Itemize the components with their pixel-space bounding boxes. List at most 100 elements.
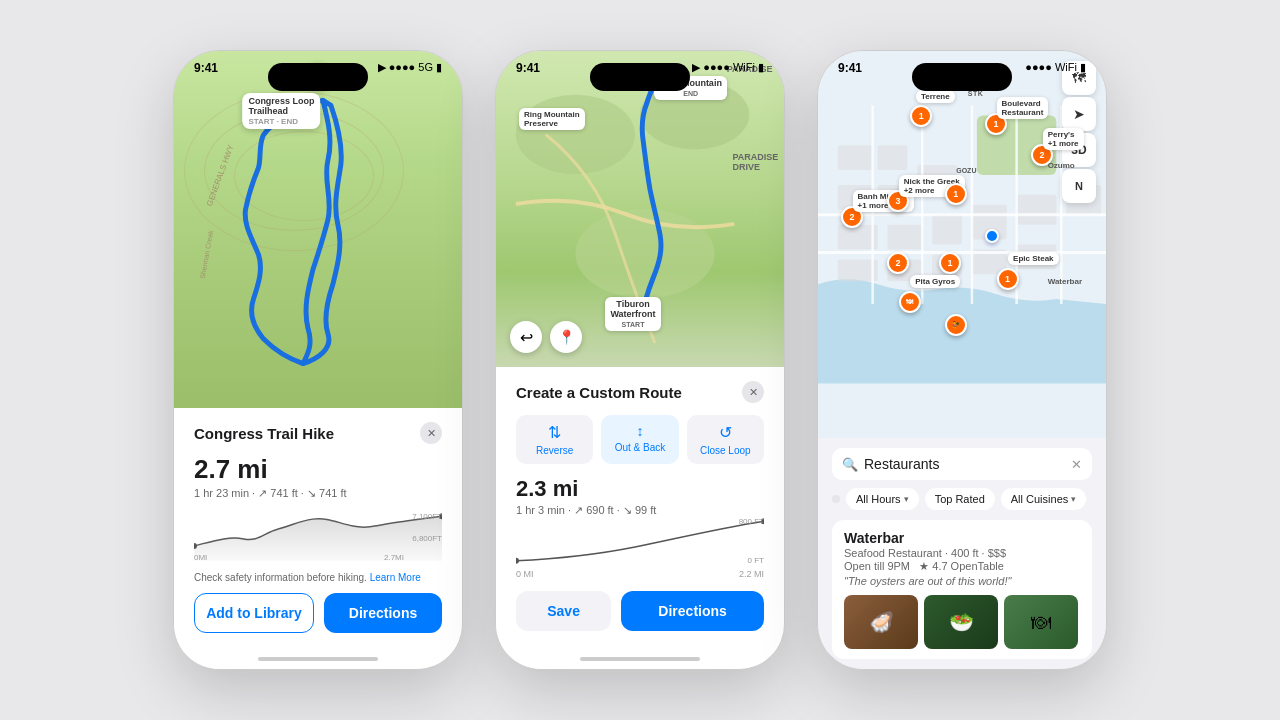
distance-value: 2.7 mi xyxy=(194,454,442,485)
out-back-label: Out & Back xyxy=(615,442,666,453)
custom-details: 1 hr 3 min · ↗ 690 ft · ↘ 99 ft xyxy=(516,504,764,517)
safety-text: Check safety information before hiking. … xyxy=(194,572,442,583)
search-text: Restaurants xyxy=(864,456,1065,472)
hike-card: Congress Trail Hike ✕ 2.7 mi 1 hr 23 min… xyxy=(174,408,462,649)
label-epic-steak: Epic Steak xyxy=(1008,252,1058,265)
custom-distance: 2.3 mi xyxy=(516,476,764,502)
distance-labels: 0 MI 2.2 MI xyxy=(516,569,764,579)
pin-rooster[interactable]: 🐓 xyxy=(945,314,967,336)
elevation-chart: 7,100FT 6,800FT 0MI 2.7MI xyxy=(194,510,442,562)
directions-button-1[interactable]: Directions xyxy=(324,593,442,633)
elev-max-2: 800 FT xyxy=(739,517,764,526)
reverse-label: Reverse xyxy=(536,445,573,456)
close-loop-icon: ↺ xyxy=(719,423,732,442)
add-to-library-button[interactable]: Add to Library xyxy=(194,593,314,633)
pin-mid[interactable]: 1 xyxy=(945,183,967,205)
custom-route-title: Create a Custom Route xyxy=(516,384,682,401)
dist-start: 0MI xyxy=(194,553,207,562)
restaurant-panel: 🔍 Restaurants ✕ All Hours ▾ Top Rated Al… xyxy=(818,438,1106,669)
reverse-option[interactable]: ⇅ Reverse xyxy=(516,415,593,464)
save-button[interactable]: Save xyxy=(516,591,611,631)
learn-more-link[interactable]: Learn More xyxy=(370,572,421,583)
out-and-back-option[interactable]: ↕ Out & Back xyxy=(601,415,678,464)
svg-rect-19 xyxy=(1017,195,1057,225)
status-icons-2: ▶ ●●●● WiFi ▮ xyxy=(692,61,764,74)
filter-dot xyxy=(832,495,840,503)
pin-pita-gyros[interactable]: 🍽 xyxy=(899,291,921,313)
status-icons-1: ▶ ●●●● 5G ▮ xyxy=(378,61,442,74)
pin-epic-steak[interactable]: 1 xyxy=(997,268,1019,290)
status-time-3: 9:41 xyxy=(838,61,862,75)
restaurant-photo-3[interactable]: 🍽 xyxy=(1004,595,1078,649)
restaurant-photos: 🦪 🥗 🍽 xyxy=(844,595,1080,649)
close-loop-option[interactable]: ↺ Close Loop xyxy=(687,415,764,464)
status-icons-3: ●●●● WiFi ▮ xyxy=(1025,61,1086,74)
map-overlay-buttons: ↩ 📍 xyxy=(510,321,582,353)
restaurant-photo-1[interactable]: 🦪 xyxy=(844,595,918,649)
label-waterbar-map: Waterbar xyxy=(1043,275,1087,288)
card-header: Congress Trail Hike ✕ xyxy=(194,422,442,444)
out-back-icon: ↕ xyxy=(636,423,643,439)
filter-all-cuisines[interactable]: All Cuisines ▾ xyxy=(1001,488,1086,510)
phone-2: 9:41 ▶ ●●●● WiFi ▮ ↩ 📍 Ring MountainPres… xyxy=(495,50,785,670)
svg-rect-10 xyxy=(838,145,873,170)
home-indicator-1 xyxy=(174,649,462,669)
custom-route-card: Create a Custom Route ✕ ⇅ Reverse ↕ Out … xyxy=(496,367,784,649)
svg-point-7 xyxy=(516,558,519,564)
user-location-dot xyxy=(985,229,999,243)
restaurant-card-waterbar[interactable]: Waterbar Seafood Restaurant · 400 ft · $… xyxy=(832,520,1092,659)
gozu-label: GOZU xyxy=(956,167,976,174)
close-button-2[interactable]: ✕ xyxy=(742,381,764,403)
north-button[interactable]: N xyxy=(1062,169,1096,203)
elev-min-2: 0 FT xyxy=(748,556,764,565)
restaurant-meta: Open till 9PM ★ 4.7 OpenTable xyxy=(844,560,1080,573)
label-ozumo: Ozumo xyxy=(1043,159,1080,172)
pin-button[interactable]: 📍 xyxy=(550,321,582,353)
phone-3: 9:41 ●●●● WiFi ▮ xyxy=(817,50,1107,670)
action-buttons-2: Save Directions xyxy=(516,591,764,631)
map-area-3: 9:41 ●●●● WiFi ▮ xyxy=(818,51,1106,438)
restaurant-name: Waterbar xyxy=(844,530,1080,546)
map-area-2: 9:41 ▶ ●●●● WiFi ▮ ↩ 📍 Ring MountainPres… xyxy=(496,51,784,367)
close-loop-label: Close Loop xyxy=(700,445,751,456)
filter-row: All Hours ▾ Top Rated All Cuisines ▾ xyxy=(832,488,1092,510)
label-perrys: Perry's+1 more xyxy=(1043,128,1084,150)
dist-end: 2.7MI xyxy=(384,553,404,562)
reverse-icon: ⇅ xyxy=(548,423,561,442)
ring-mountain-label: Ring MountainPreserve xyxy=(519,108,585,130)
phone-1: 9:41 ▶ ●●●● 5G ▮ ➤ Congress LoopTrailhea… xyxy=(173,50,463,670)
map-area-1: 9:41 ▶ ●●●● 5G ▮ ➤ Congress LoopTrailhea… xyxy=(174,51,462,408)
custom-route-header: Create a Custom Route ✕ xyxy=(516,381,764,403)
elevation-min-label: 6,800FT xyxy=(412,534,442,543)
restaurant-type: Seafood Restaurant · 400 ft · $$$ xyxy=(844,547,1080,559)
label-boulevard: BoulevardRestaurant xyxy=(997,97,1049,119)
elevation-max-label: 7,100FT xyxy=(412,512,442,521)
svg-rect-17 xyxy=(932,215,962,245)
dynamic-island-2 xyxy=(590,63,690,91)
directions-button-2[interactable]: Directions xyxy=(621,591,764,631)
search-icon: 🔍 xyxy=(842,457,858,472)
status-time-1: 9:41 xyxy=(194,61,218,75)
undo-button[interactable]: ↩ xyxy=(510,321,542,353)
location-button[interactable]: ➤ xyxy=(1062,97,1096,131)
route-options: ⇅ Reverse ↕ Out & Back ↺ Close Loop xyxy=(516,415,764,464)
restaurant-quote: "The oysters are out of this world!" xyxy=(844,575,1080,587)
label-pita-gyros: Pita Gyros xyxy=(910,275,960,288)
paradise-drive-label: PARADISEDRIVE xyxy=(732,152,778,172)
tiburon-label: TiburonWaterfrontSTART xyxy=(605,297,660,331)
svg-rect-16 xyxy=(888,225,923,250)
card-title: Congress Trail Hike xyxy=(194,425,334,442)
restaurant-photo-2[interactable]: 🥗 xyxy=(924,595,998,649)
status-time-2: 9:41 xyxy=(516,61,540,75)
elevation-chart-2: 800 FT 0 FT xyxy=(516,517,764,565)
home-indicator-2 xyxy=(496,649,784,669)
search-clear-button[interactable]: ✕ xyxy=(1071,457,1082,472)
distance-details: 1 hr 23 min · ↗ 741 ft · ↘ 741 ft xyxy=(194,487,442,500)
filter-all-hours[interactable]: All Hours ▾ xyxy=(846,488,919,510)
close-button[interactable]: ✕ xyxy=(420,422,442,444)
filter-top-rated[interactable]: Top Rated xyxy=(925,488,995,510)
search-bar[interactable]: 🔍 Restaurants ✕ xyxy=(832,448,1092,480)
action-buttons: Add to Library Directions xyxy=(194,593,442,633)
dynamic-island-1 xyxy=(268,63,368,91)
svg-rect-11 xyxy=(878,145,908,170)
